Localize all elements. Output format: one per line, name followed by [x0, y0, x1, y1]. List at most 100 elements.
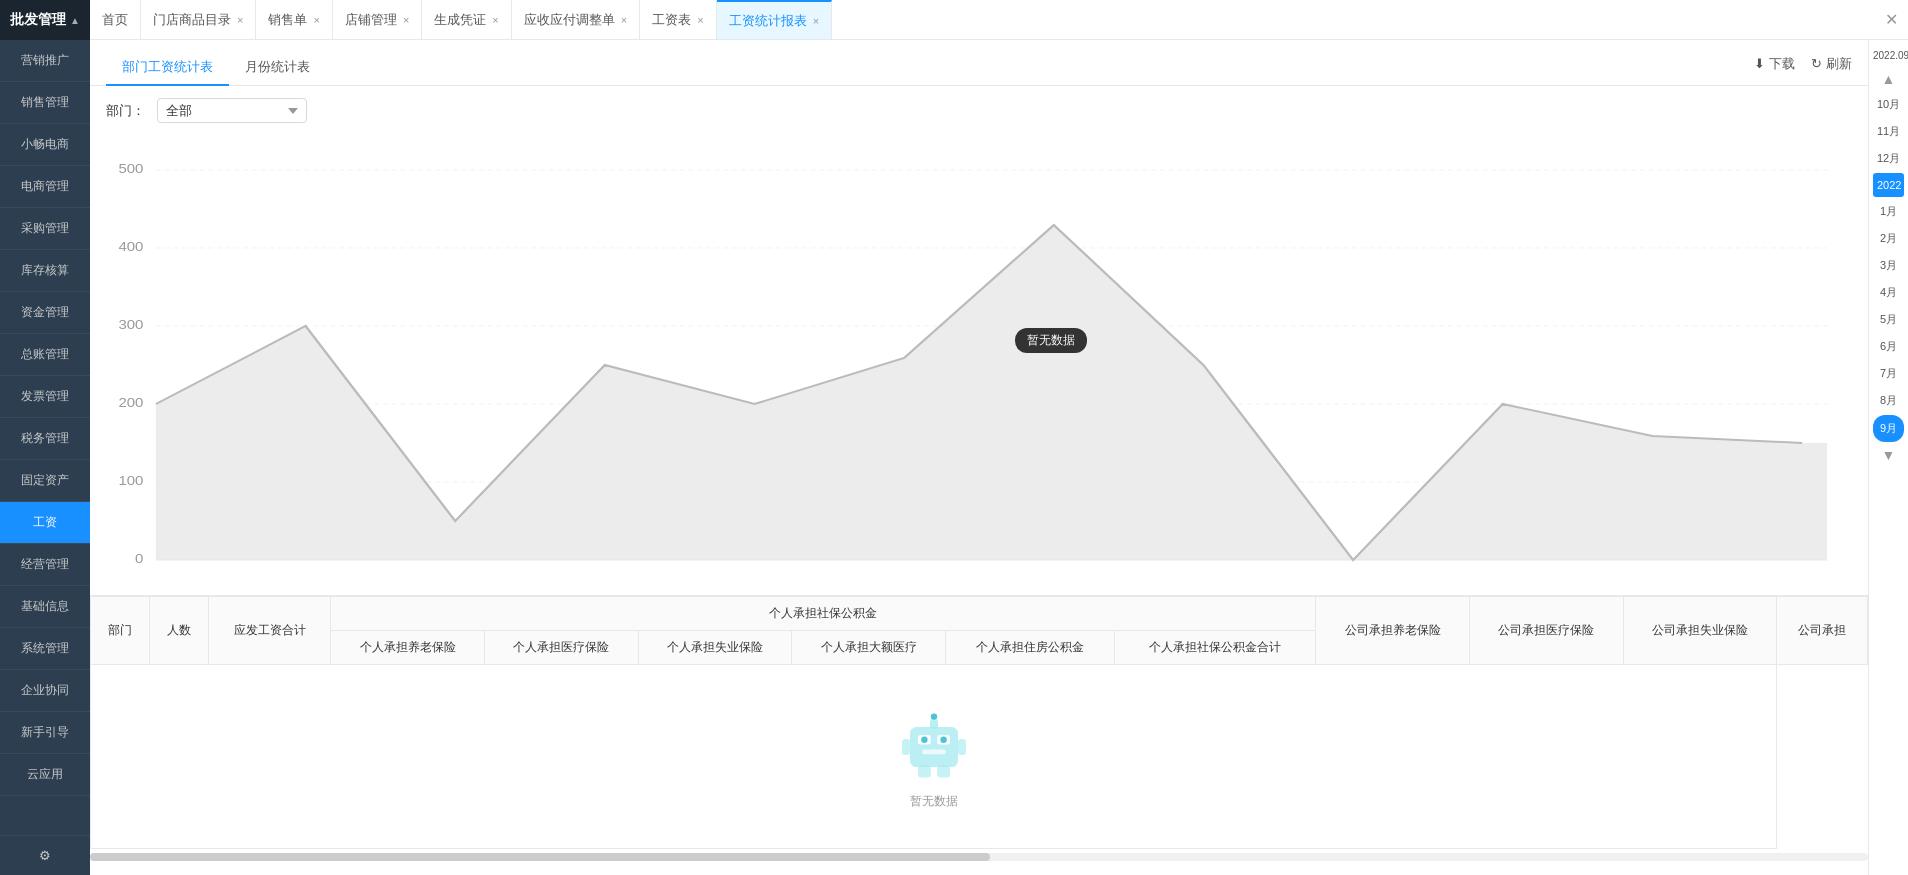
sidebar-item-发票管理[interactable]: 发票管理	[0, 376, 90, 418]
tab-close-icon[interactable]: ×	[313, 14, 319, 26]
svg-rect-19	[930, 719, 938, 729]
line-chart: 0 100 200 300 400 500	[106, 145, 1852, 565]
sidebar-item-小畅电商[interactable]: 小畅电商	[0, 124, 90, 166]
dept-filter-select[interactable]: 全部	[157, 98, 307, 123]
right-panel-down-button[interactable]: ▼	[1878, 443, 1900, 467]
right-panel-month-10月[interactable]: 10月	[1869, 91, 1908, 118]
dept-filter-label: 部门：	[106, 102, 145, 120]
col-company-unemployment: 公司承担失业保险	[1623, 597, 1777, 665]
right-panel-month-2月[interactable]: 2月	[1869, 225, 1908, 252]
tab-label: 生成凭证	[434, 11, 486, 29]
sidebar-item-基础信息[interactable]: 基础信息	[0, 586, 90, 628]
tab-销售单[interactable]: 销售单 ×	[256, 0, 332, 39]
svg-text:100: 100	[118, 474, 143, 487]
sidebar-item-企业协同[interactable]: 企业协同	[0, 670, 90, 712]
sidebar-item-税务管理[interactable]: 税务管理	[0, 418, 90, 460]
sidebar-item-系统管理[interactable]: 系统管理	[0, 628, 90, 670]
right-panel-month-12月[interactable]: 12月	[1869, 145, 1908, 172]
tab-label: 店铺管理	[345, 11, 397, 29]
tab-店铺管理[interactable]: 店铺管理 ×	[333, 0, 422, 39]
col-personal-total: 个人承担社保公积金合计	[1115, 631, 1316, 665]
tab-close-icon[interactable]: ×	[492, 14, 498, 26]
col-personal-unemployment: 个人承担失业保险	[638, 631, 792, 665]
tab-生成凭证[interactable]: 生成凭证 ×	[422, 0, 511, 39]
sidebar-header[interactable]: 批发管理 ▲	[0, 0, 90, 40]
refresh-button[interactable]: ↻ 刷新	[1811, 55, 1852, 73]
svg-point-20	[930, 713, 936, 719]
right-panel-month-4月[interactable]: 4月	[1869, 279, 1908, 306]
svg-rect-24	[937, 765, 950, 777]
svg-rect-13	[910, 727, 958, 767]
sub-tabs-left: 部门工资统计表月份统计表	[106, 50, 326, 85]
tab-bar-close-button[interactable]: ✕	[1875, 10, 1908, 29]
tab-工资统计报表[interactable]: 工资统计报表 ×	[717, 0, 832, 39]
scrollbar-thumb[interactable]	[90, 853, 990, 861]
svg-rect-22	[958, 739, 966, 755]
sidebar-item-电商管理[interactable]: 电商管理	[0, 166, 90, 208]
col-company-pension: 公司承担养老保险	[1316, 597, 1470, 665]
svg-text:0: 0	[135, 552, 143, 565]
tab-label: 工资统计报表	[729, 12, 807, 30]
svg-point-16	[921, 737, 927, 743]
tab-close-icon[interactable]: ×	[621, 14, 627, 26]
col-company-medical: 公司承担医疗保险	[1469, 597, 1623, 665]
sidebar-item-工资[interactable]: 工资	[0, 502, 90, 544]
refresh-label: 刷新	[1826, 55, 1852, 73]
sidebar-item-资金管理[interactable]: 资金管理	[0, 292, 90, 334]
sidebar-item-经营管理[interactable]: 经营管理	[0, 544, 90, 586]
tab-label: 工资表	[652, 11, 691, 29]
download-label: 下载	[1769, 55, 1795, 73]
tab-close-icon[interactable]: ×	[403, 14, 409, 26]
sub-tab-部门工资统计表[interactable]: 部门工资统计表	[106, 50, 229, 86]
right-panel-up-button[interactable]: ▲	[1878, 67, 1900, 91]
right-panel-month-3月[interactable]: 3月	[1869, 252, 1908, 279]
col-group-personal: 个人承担社保公积金	[331, 597, 1316, 631]
sub-tabs-bar: 部门工资统计表月份统计表 ⬇ 下载 ↻ 刷新	[90, 40, 1868, 86]
page-content: 部门工资统计表月份统计表 ⬇ 下载 ↻ 刷新 部门： 全部	[90, 40, 1868, 875]
tab-label: 销售单	[268, 11, 307, 29]
sidebar-item-总账管理[interactable]: 总账管理	[0, 334, 90, 376]
col-dept: 部门	[91, 597, 150, 665]
svg-rect-21	[902, 739, 910, 755]
tab-close-icon[interactable]: ×	[813, 15, 819, 27]
svg-rect-23	[918, 765, 931, 777]
sidebar-item-销售管理[interactable]: 销售管理	[0, 82, 90, 124]
toolbar-right: ⬇ 下载 ↻ 刷新	[1754, 55, 1852, 81]
sidebar-item-固定资产[interactable]: 固定资产	[0, 460, 90, 502]
right-panel-date: 2022.09	[1869, 44, 1908, 67]
right-panel-month-11月[interactable]: 11月	[1869, 118, 1908, 145]
tab-首页[interactable]: 首页	[90, 0, 141, 39]
sub-tab-月份统计表[interactable]: 月份统计表	[229, 50, 326, 86]
sidebar-item-采购管理[interactable]: 采购管理	[0, 208, 90, 250]
right-panel-month-8月[interactable]: 8月	[1869, 387, 1908, 414]
col-personal-major-medical: 个人承担大额医疗	[792, 631, 946, 665]
svg-text:500: 500	[118, 162, 143, 175]
tab-门店商品目录[interactable]: 门店商品目录 ×	[141, 0, 256, 39]
download-button[interactable]: ⬇ 下载	[1754, 55, 1795, 73]
sidebar-item-云应用[interactable]: 云应用	[0, 754, 90, 796]
svg-point-17	[940, 737, 946, 743]
main-area: 首页门店商品目录×销售单×店铺管理×生成凭证×应收应付调整单×工资表×工资统计报…	[90, 0, 1908, 875]
right-panel-month-6月[interactable]: 6月	[1869, 333, 1908, 360]
tab-label: 门店商品目录	[153, 11, 231, 29]
right-panel-month-1月[interactable]: 1月	[1869, 198, 1908, 225]
stats-table: 部门 人数 应发工资合计 个人承担社保公积金 公司承担养老保险 公司承担医疗保险…	[90, 596, 1868, 849]
horizontal-scrollbar[interactable]	[90, 853, 1868, 861]
tab-应收应付调整单[interactable]: 应收应付调整单×	[512, 0, 640, 39]
tab-close-icon[interactable]: ×	[697, 14, 703, 26]
tab-close-icon[interactable]: ×	[237, 14, 243, 26]
right-panel-month-2022[interactable]: 2022	[1873, 173, 1904, 197]
refresh-icon: ↻	[1811, 56, 1822, 71]
sidebar-item-新手引导[interactable]: 新手引导	[0, 712, 90, 754]
sidebar-item-营销推广[interactable]: 营销推广	[0, 40, 90, 82]
tab-工资表[interactable]: 工资表 ×	[640, 0, 716, 39]
right-panel-month-9月[interactable]: 9月	[1873, 415, 1904, 442]
right-panel-month-7月[interactable]: 7月	[1869, 360, 1908, 387]
sidebar-settings-button[interactable]: ⚙	[0, 835, 90, 875]
content-area: 部门工资统计表月份统计表 ⬇ 下载 ↻ 刷新 部门： 全部	[90, 40, 1908, 875]
svg-text:200: 200	[118, 396, 143, 409]
right-panel-month-5月[interactable]: 5月	[1869, 306, 1908, 333]
sidebar-item-库存核算[interactable]: 库存核算	[0, 250, 90, 292]
col-personal-medical: 个人承担医疗保险	[484, 631, 638, 665]
no-data-container: 暂无数据	[101, 673, 1766, 840]
